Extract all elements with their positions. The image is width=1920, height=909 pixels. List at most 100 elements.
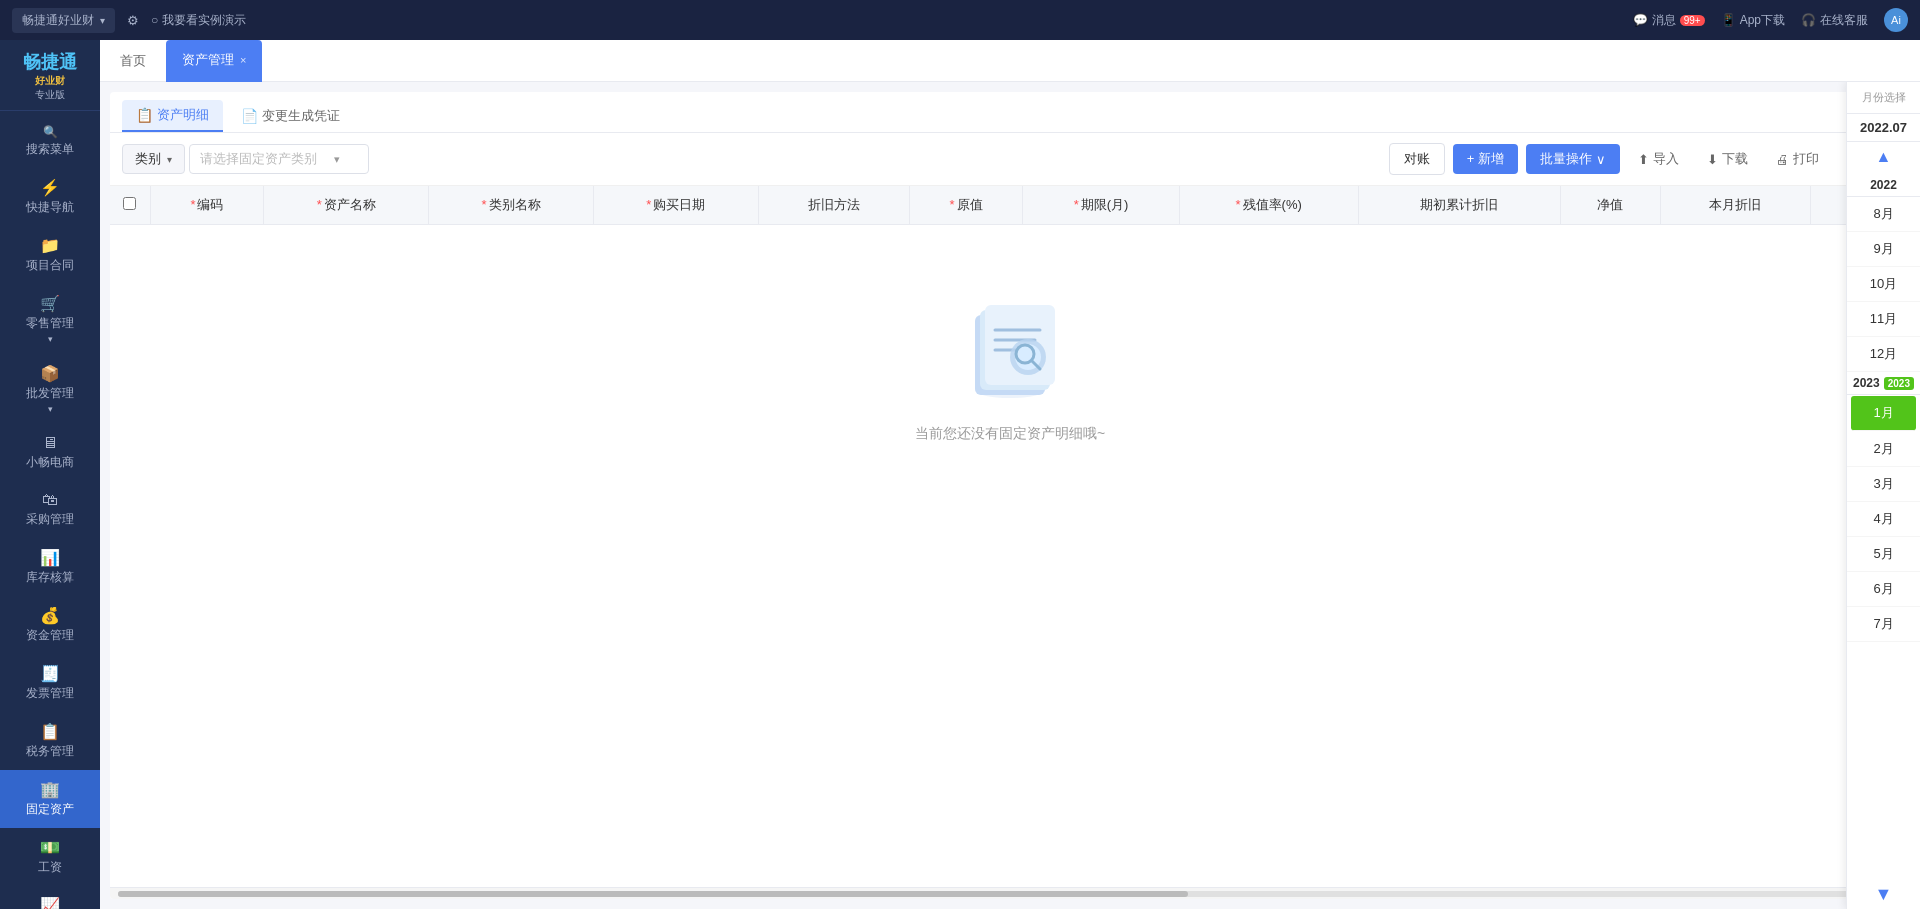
demo-button[interactable]: ○ 我要看实例演示 (151, 12, 246, 29)
category-label-btn[interactable]: 类别 ▾ (122, 144, 185, 174)
batch-icon: 📦 (40, 364, 60, 383)
batch-button[interactable]: 批量操作 ∨ (1526, 144, 1620, 174)
sidebar-item-payroll[interactable]: 💵 工资 (0, 828, 100, 886)
category-input[interactable]: 请选择固定资产类别 ▾ (189, 144, 369, 174)
table-header-row: *编码 *资产名称 *类别名称 *购买日期 (110, 186, 1910, 225)
year-2022-label: 2022 (1847, 172, 1920, 197)
net-value-col-header: 净值 (1560, 186, 1660, 225)
content-area: 首页 资产管理 × 📋 资产明细 📄 变更生成凭证 (100, 40, 1920, 909)
payroll-icon: 💵 (40, 838, 60, 857)
sidebar-logo: 畅捷通 好业财 专业版 (0, 40, 100, 111)
print-button[interactable]: 🖨 打印 (1766, 144, 1829, 174)
sidebar-item-ecommerce[interactable]: 🖥 小畅电商 (0, 424, 100, 481)
month-panel-footer: ▼ (1847, 880, 1920, 909)
month-item-2023-02[interactable]: 2月 (1847, 432, 1920, 467)
sidebar-item-ops-mgmt[interactable]: 📈 经营管理 (0, 886, 100, 909)
scrollbar-thumb[interactable] (118, 891, 1188, 897)
name-col-header: *资产名称 (264, 186, 429, 225)
month-item-2023-03[interactable]: 3月 (1847, 467, 1920, 502)
empty-state: 当前您还没有固定资产明细哦~ (110, 225, 1910, 503)
top-bar-left: 畅捷通好业财 ▾ ⚙ ○ 我要看实例演示 (12, 8, 246, 33)
retail-icon: 🛒 (40, 294, 60, 313)
sidebar-item-fixed-assets[interactable]: 🏢 固定资产 (0, 770, 100, 828)
app-name: 畅捷通 (8, 52, 92, 74)
tab-asset-management[interactable]: 资产管理 × (166, 40, 262, 82)
checkbox-col-header (110, 186, 150, 225)
dropdown-arrow-icon: ▾ (334, 153, 340, 166)
download-button[interactable]: ⬇ 下载 (1697, 144, 1758, 174)
batch-arrow-icon: ∨ (1596, 152, 1606, 167)
user-avatar[interactable]: Ai (1884, 8, 1908, 32)
inventory-icon: 📊 (40, 548, 60, 567)
sidebar-item-retail-mgmt[interactable]: 🛒 零售管理 ▾ (0, 284, 100, 354)
import-button[interactable]: ⬆ 导入 (1628, 144, 1689, 174)
fixed-assets-icon: 🏢 (40, 780, 60, 799)
empty-text: 当前您还没有固定资产明细哦~ (915, 425, 1105, 443)
company-selector[interactable]: 畅捷通好业财 ▾ (12, 8, 115, 33)
sub-tab-asset-detail[interactable]: 📋 资产明细 (122, 100, 223, 132)
select-all-checkbox[interactable] (123, 197, 136, 210)
table-container: *编码 *资产名称 *类别名称 *购买日期 (110, 186, 1910, 887)
app-edition: 专业版 (8, 88, 92, 102)
month-panel-title: 月份选择 (1853, 90, 1914, 105)
empty-illustration (950, 285, 1070, 405)
sub-tabs: 📋 资产明细 📄 变更生成凭证 (110, 92, 1910, 133)
reconcile-button[interactable]: 对账 (1389, 143, 1445, 175)
month-item-2023-04[interactable]: 4月 (1847, 502, 1920, 537)
monthly-dep-col-header: 本月折旧 (1660, 186, 1811, 225)
sidebar-item-finance-mgmt[interactable]: 💰 资金管理 (0, 596, 100, 654)
settings-icon[interactable]: ⚙ (123, 9, 143, 32)
sub-tab-change-voucher[interactable]: 📄 变更生成凭证 (227, 101, 354, 131)
residual-rate-col-header: *残值率(%) (1179, 186, 1358, 225)
toolbar-right: 对账 + 新增 批量操作 ∨ ⬆ 导入 (1389, 143, 1898, 175)
original-value-col-header: *原值 (909, 186, 1023, 225)
sidebar-item-invoice-mgmt[interactable]: 🧾 发票管理 (0, 654, 100, 712)
scrollbar-track[interactable] (118, 891, 1902, 897)
import-icon: ⬆ (1638, 152, 1649, 167)
code-col-header: *编码 (150, 186, 264, 225)
month-nav-up: ▲ (1847, 142, 1920, 172)
month-item-2023-05[interactable]: 5月 (1847, 537, 1920, 572)
purchase-date-col-header: *购买日期 (593, 186, 758, 225)
company-name: 畅捷通好业财 (22, 12, 94, 29)
main-layout: 畅捷通 好业财 专业版 🔍 搜索菜单 ⚡ 快捷导航 📁 项目合同 🛒 零售管理 … (0, 40, 1920, 909)
month-item-2022-08[interactable]: 8月 (1847, 197, 1920, 232)
finance-icon: 💰 (40, 606, 60, 625)
month-item-2022-09[interactable]: 9月 (1847, 232, 1920, 267)
tax-icon: 📋 (40, 722, 60, 741)
sidebar-item-quick-nav[interactable]: ⚡ 快捷导航 (0, 168, 100, 226)
page-content: 📋 资产明细 📄 变更生成凭证 类别 ▾ (100, 82, 1920, 909)
message-button[interactable]: 💬 消息 99+ (1633, 12, 1705, 29)
month-panel-header[interactable]: 月份选择 (1847, 82, 1920, 114)
tab-close-icon[interactable]: × (240, 54, 246, 66)
tab-bar: 首页 资产管理 × (100, 40, 1920, 82)
download-icon: ⬇ (1707, 152, 1718, 167)
month-item-2022-12[interactable]: 12月 (1847, 337, 1920, 372)
month-item-2022-10[interactable]: 10月 (1847, 267, 1920, 302)
app-download-button[interactable]: 📱 App下载 (1721, 12, 1785, 29)
tab-home[interactable]: 首页 (100, 40, 166, 82)
month-down-button[interactable]: ▼ (1875, 884, 1893, 905)
month-list: 2022 8月 9月 10月 11月 12月 2023 2023 1月 2月 3… (1847, 172, 1920, 880)
month-up-button[interactable]: ▲ (1872, 146, 1896, 168)
accumulated-dep-col-header: 期初累计折旧 (1358, 186, 1560, 225)
bottom-scrollbar[interactable] (110, 887, 1910, 899)
sidebar-item-purchase-mgmt[interactable]: 🛍 采购管理 (0, 481, 100, 538)
month-item-2023-07[interactable]: 7月 (1847, 607, 1920, 642)
sidebar-item-tax-mgmt[interactable]: 📋 税务管理 (0, 712, 100, 770)
demo-icon: ○ (151, 13, 158, 27)
month-item-2023-01[interactable]: 1月 (1851, 396, 1916, 431)
sidebar-item-inventory[interactable]: 📊 库存核算 (0, 538, 100, 596)
ops-icon: 📈 (40, 896, 60, 909)
sidebar-item-batch-mgmt[interactable]: 📦 批发管理 ▾ (0, 354, 100, 424)
chevron-icon: ▾ (48, 334, 53, 344)
month-item-2023-06[interactable]: 6月 (1847, 572, 1920, 607)
month-item-2022-11[interactable]: 11月 (1847, 302, 1920, 337)
current-year-badge: 2023 (1884, 377, 1914, 390)
add-button[interactable]: + 新增 (1453, 144, 1518, 174)
search-menu-button[interactable]: 🔍 搜索菜单 (0, 115, 100, 168)
print-icon: 🖨 (1776, 152, 1789, 167)
online-service-button[interactable]: 🎧 在线客服 (1801, 12, 1868, 29)
doc-icon: 📄 (241, 108, 258, 124)
sidebar-item-project-contract[interactable]: 📁 项目合同 (0, 226, 100, 284)
